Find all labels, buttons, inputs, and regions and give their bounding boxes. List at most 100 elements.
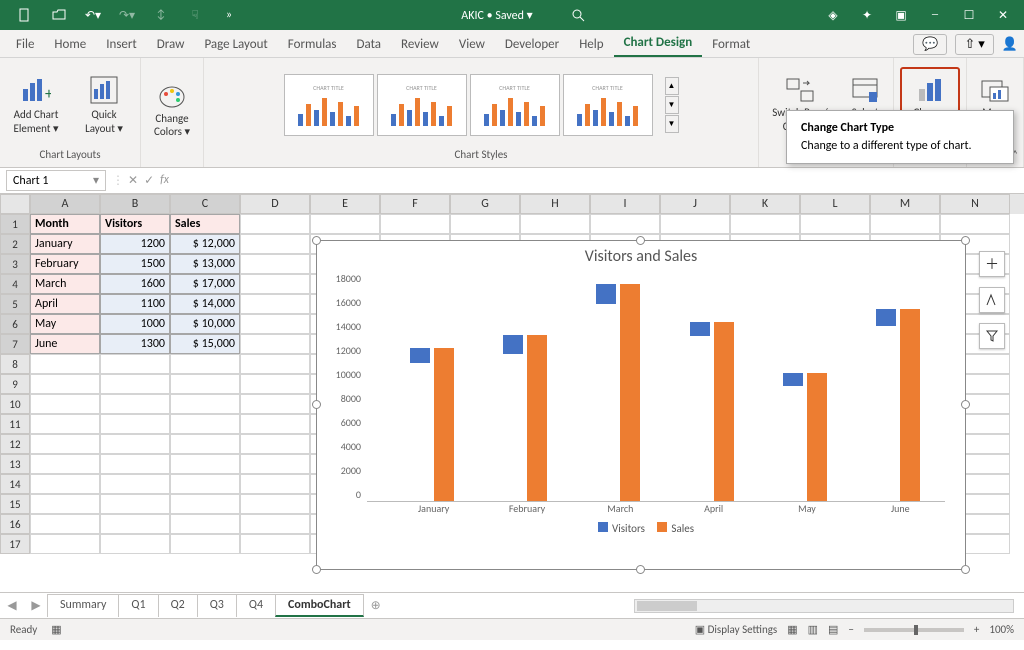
cell[interactable] <box>170 414 240 434</box>
cell[interactable] <box>240 534 310 554</box>
cell[interactable] <box>100 374 170 394</box>
chart-title[interactable]: Visitors and Sales <box>317 241 965 272</box>
styles-up-icon[interactable]: ▲ <box>665 77 679 95</box>
tab-data[interactable]: Data <box>347 32 392 57</box>
row-header[interactable]: 8 <box>0 354 30 374</box>
tab-nav-prev[interactable]: ◀ <box>0 598 24 613</box>
premium-icon[interactable]: ◈ <box>818 0 848 30</box>
chart-bar[interactable] <box>596 284 616 304</box>
chart-object[interactable]: Visitors and Sales 020004000600080001000… <box>316 240 966 570</box>
cancel-icon[interactable]: ✕ <box>128 173 138 188</box>
chart-bar[interactable] <box>410 348 430 363</box>
row-header[interactable]: 14 <box>0 474 30 494</box>
resize-handle[interactable] <box>312 236 321 245</box>
col-header[interactable]: A <box>30 194 100 214</box>
styles-down-icon[interactable]: ▼ <box>665 96 679 114</box>
cell[interactable] <box>30 394 100 414</box>
enter-icon[interactable]: ✓ <box>144 173 154 188</box>
resize-handle[interactable] <box>961 236 970 245</box>
resize-handle[interactable] <box>636 236 645 245</box>
cell[interactable] <box>170 494 240 514</box>
col-header[interactable]: H <box>520 194 590 214</box>
name-box[interactable]: Chart 1▾ <box>6 170 106 191</box>
tab-page-layout[interactable]: Page Layout <box>194 32 277 57</box>
worksheet-grid[interactable]: ABCDEFGHIJKLMN 1MonthVisitorsSales2Janua… <box>0 194 1024 592</box>
cell[interactable] <box>240 354 310 374</box>
cell[interactable] <box>170 434 240 454</box>
resize-handle[interactable] <box>312 565 321 574</box>
sheet-tab[interactable]: Q3 <box>197 594 237 617</box>
cell[interactable] <box>100 534 170 554</box>
col-header[interactable]: E <box>310 194 380 214</box>
cell[interactable] <box>240 454 310 474</box>
cell[interactable] <box>170 394 240 414</box>
view-layout-icon[interactable]: ▥ <box>808 623 818 636</box>
row-header[interactable]: 4 <box>0 274 30 294</box>
cell[interactable]: April <box>30 294 100 314</box>
cell[interactable]: 1300 <box>100 334 170 354</box>
sheet-tab[interactable]: Q2 <box>158 594 198 617</box>
cell[interactable] <box>30 354 100 374</box>
cell[interactable] <box>30 494 100 514</box>
cell[interactable] <box>30 514 100 534</box>
tab-view[interactable]: View <box>449 32 495 57</box>
cell[interactable] <box>170 514 240 534</box>
cell[interactable] <box>100 454 170 474</box>
chart-bar[interactable] <box>434 348 454 501</box>
cell[interactable] <box>870 214 940 234</box>
cell[interactable] <box>240 474 310 494</box>
chart-bar[interactable] <box>714 322 734 501</box>
cell[interactable] <box>240 274 310 294</box>
chart-bar[interactable] <box>620 284 640 501</box>
view-break-icon[interactable]: ▤ <box>828 623 838 636</box>
row-header[interactable]: 9 <box>0 374 30 394</box>
cell[interactable]: February <box>30 254 100 274</box>
col-header[interactable]: B <box>100 194 170 214</box>
cell[interactable]: March <box>30 274 100 294</box>
tab-format[interactable]: Format <box>702 32 760 57</box>
row-header[interactable]: 16 <box>0 514 30 534</box>
cell[interactable] <box>450 214 520 234</box>
add-chart-element-button[interactable]: + Add Chart Element ▾ <box>6 67 66 143</box>
chart-legend[interactable]: Visitors Sales <box>317 518 965 539</box>
close-icon[interactable]: ✕ <box>988 0 1018 30</box>
zoom-in-icon[interactable]: + <box>974 623 979 636</box>
styles-more-icon[interactable]: ▼ <box>665 115 679 133</box>
chart-styles-icon[interactable] <box>979 287 1005 313</box>
cell[interactable] <box>800 214 870 234</box>
chart-filter-icon[interactable] <box>979 323 1005 349</box>
tab-draw[interactable]: Draw <box>147 32 195 57</box>
cell[interactable]: 1200 <box>100 234 170 254</box>
tab-insert[interactable]: Insert <box>96 32 147 57</box>
zoom-slider[interactable] <box>864 628 964 632</box>
cell[interactable]: June <box>30 334 100 354</box>
cell[interactable]: 1500 <box>100 254 170 274</box>
chart-bar[interactable] <box>527 335 547 501</box>
cell[interactable] <box>30 434 100 454</box>
coming-soon-icon[interactable]: ✦ <box>852 0 882 30</box>
new-sheet-button[interactable]: ⊕ <box>364 598 388 613</box>
chart-bar[interactable] <box>807 373 827 501</box>
row-header[interactable]: 1 <box>0 214 30 234</box>
cell[interactable] <box>100 394 170 414</box>
new-file-icon[interactable] <box>10 0 40 30</box>
cell[interactable] <box>30 534 100 554</box>
chart-styles-gallery[interactable]: CHART TITLECHART TITLECHART TITLECHART T… <box>284 74 653 136</box>
chart-style-thumb[interactable]: CHART TITLE <box>284 74 374 136</box>
cell[interactable] <box>240 434 310 454</box>
view-normal-icon[interactable]: ▦ <box>787 623 797 636</box>
cell[interactable] <box>310 214 380 234</box>
tab-formulas[interactable]: Formulas <box>278 32 347 57</box>
sheet-tab[interactable]: Q1 <box>118 594 158 617</box>
undo-icon[interactable]: ↶▾ <box>78 0 108 30</box>
maximize-icon[interactable]: ☐ <box>954 0 984 30</box>
cell[interactable]: $ 10,000 <box>170 314 240 334</box>
row-header[interactable]: 6 <box>0 314 30 334</box>
col-header[interactable]: G <box>450 194 520 214</box>
cell[interactable] <box>100 474 170 494</box>
cell[interactable] <box>380 214 450 234</box>
tab-help[interactable]: Help <box>569 32 613 57</box>
formula-input[interactable] <box>173 179 1024 183</box>
tab-file[interactable]: File <box>6 32 44 57</box>
col-header[interactable]: F <box>380 194 450 214</box>
